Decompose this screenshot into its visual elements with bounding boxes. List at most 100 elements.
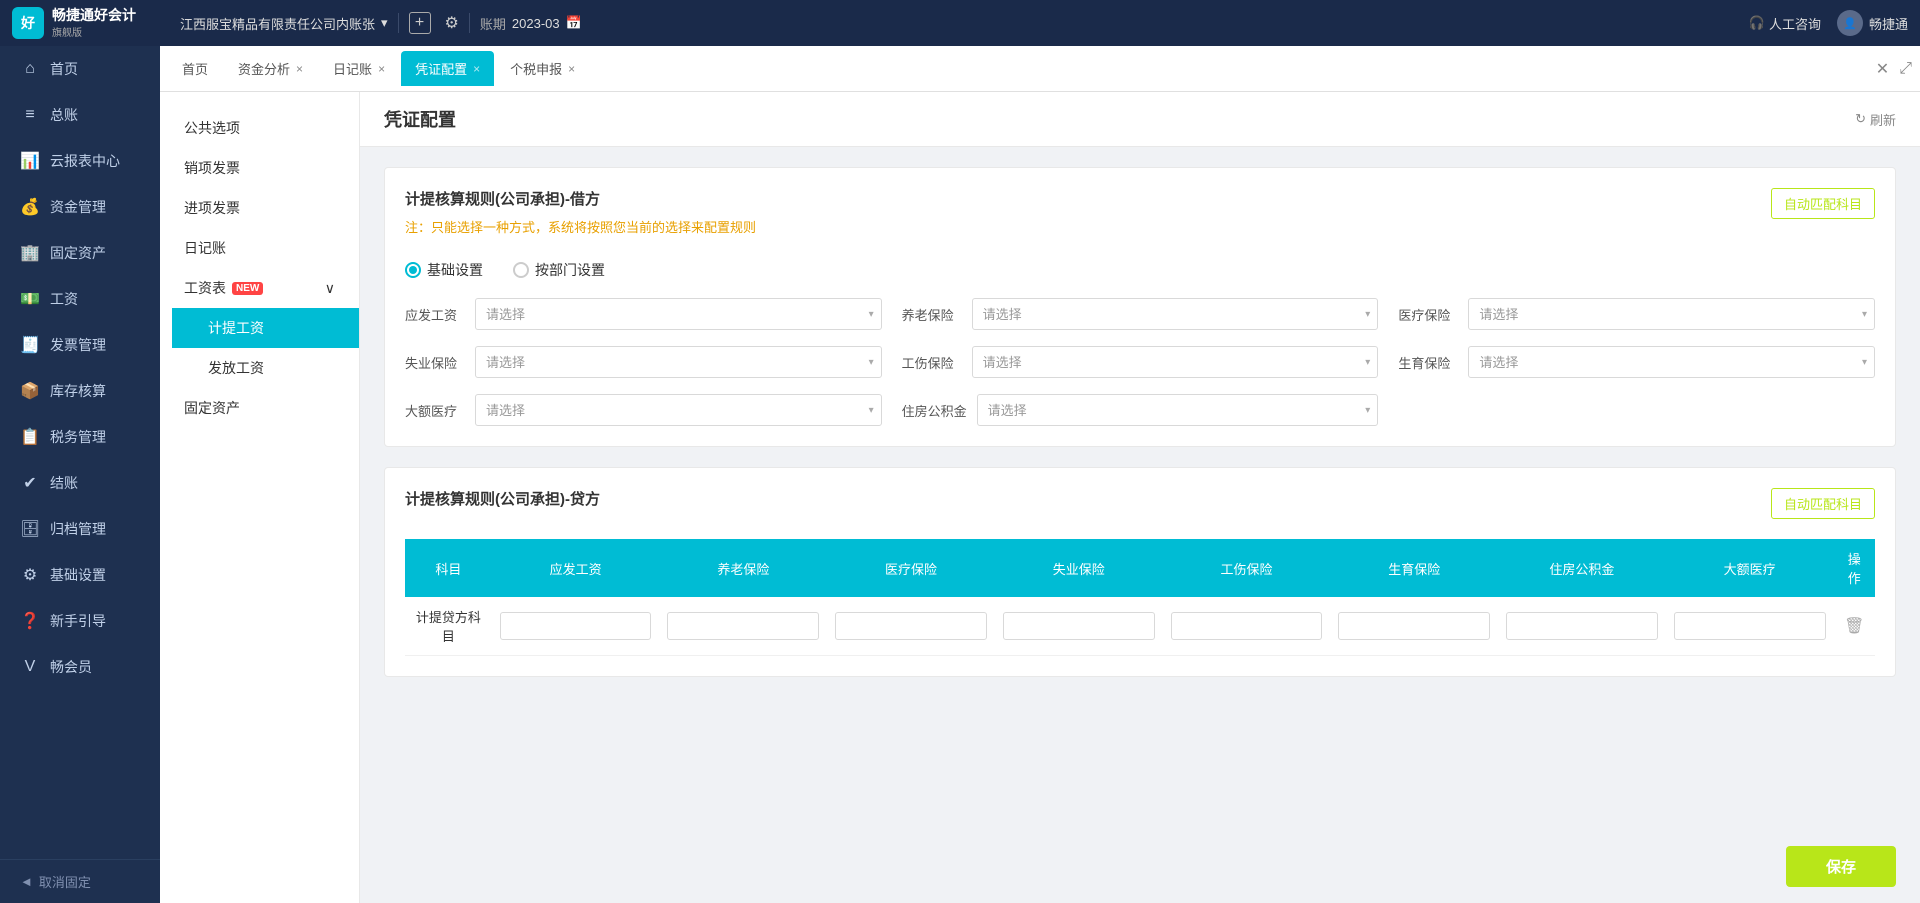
save-button[interactable]: 保存 xyxy=(1786,846,1896,887)
cell-unemployment[interactable] xyxy=(995,597,1163,656)
sidebar-item-archive[interactable]: 🗄 归档管理 xyxy=(0,506,160,552)
tab-tax[interactable]: 个税申报 × xyxy=(496,51,589,86)
report-icon: 📊 xyxy=(20,151,40,171)
th-large-medical: 大额医疗 xyxy=(1666,539,1834,597)
sub-nav-journal-label: 日记账 xyxy=(184,238,226,258)
sub-nav-calc-salary[interactable]: 计提工资 xyxy=(172,308,359,348)
sidebar-item-ledger[interactable]: ≡ 总账 xyxy=(0,92,160,138)
sub-nav-sales[interactable]: 销项发票 xyxy=(160,148,359,188)
divider1 xyxy=(398,13,399,33)
input-unemployment[interactable] xyxy=(1003,612,1155,640)
sub-nav-purchase[interactable]: 进项发票 xyxy=(160,188,359,228)
select-housing-fund[interactable]: 请选择 xyxy=(977,394,1379,426)
tab-tax-close[interactable]: × xyxy=(568,62,575,76)
tab-voucher-close[interactable]: × xyxy=(473,62,480,76)
cell-housing[interactable] xyxy=(1498,597,1666,656)
close-tab-icon[interactable]: ✕ xyxy=(1876,59,1889,79)
tab-capital-close[interactable]: × xyxy=(296,62,303,76)
input-should-pay[interactable] xyxy=(500,612,652,640)
select-wrapper-birth: 请选择 ▾ xyxy=(1468,346,1875,378)
tab-voucher[interactable]: 凭证配置 × xyxy=(401,51,494,86)
select-wrapper-large-medical: 请选择 ▾ xyxy=(475,394,882,426)
cell-birth[interactable] xyxy=(1330,597,1498,656)
sidebar-item-settings[interactable]: ⚙ 基础设置 xyxy=(0,552,160,598)
sidebar-item-member[interactable]: V 畅会员 xyxy=(0,644,160,690)
sub-nav-journal[interactable]: 日记账 xyxy=(160,228,359,268)
logo: 好 畅捷通好会计 旗舰版 xyxy=(12,7,172,39)
user-menu[interactable]: 👤 畅捷通 xyxy=(1837,10,1908,36)
tab-journal-close[interactable]: × xyxy=(378,62,385,76)
input-birth[interactable] xyxy=(1338,612,1490,640)
tab-tax-label: 个税申报 xyxy=(510,59,562,78)
input-injury[interactable] xyxy=(1171,612,1323,640)
input-pension[interactable] xyxy=(667,612,819,640)
settings-icon[interactable]: ⚙ xyxy=(445,13,459,33)
assets-icon: 🏢 xyxy=(20,243,40,263)
field-unemployment: 失业保险 请选择 ▾ xyxy=(405,346,882,378)
debit-card-note: 注：只能选择一种方式，系统将按照您当前的选择来配置规则 xyxy=(405,217,756,236)
logo-icon: 好 xyxy=(12,7,44,39)
sidebar-item-assets[interactable]: 🏢 固定资产 xyxy=(0,230,160,276)
select-medical[interactable]: 请选择 xyxy=(1468,298,1875,330)
tab-voucher-label: 凭证配置 xyxy=(415,59,467,78)
radio-department[interactable]: 按部门设置 xyxy=(513,260,605,280)
sidebar-item-invoice[interactable]: 🧾 发票管理 xyxy=(0,322,160,368)
cell-large-medical[interactable] xyxy=(1666,597,1834,656)
tab-bar: 首页 资金分析 × 日记账 × 凭证配置 × 个税申报 × ✕ ⤢ xyxy=(160,46,1920,92)
sidebar-item-guide[interactable]: ❓ 新手引导 xyxy=(0,598,160,644)
debit-form-grid: 应发工资 请选择 ▾ 养老保险 xyxy=(405,298,1875,426)
sub-nav-public[interactable]: 公共选项 xyxy=(160,108,359,148)
input-large-medical[interactable] xyxy=(1674,612,1826,640)
tab-capital[interactable]: 资金分析 × xyxy=(224,51,317,86)
select-should-pay[interactable]: 请选择 xyxy=(475,298,882,330)
cancel-pin-button[interactable]: ◄ 取消固定 xyxy=(0,859,160,903)
service-button[interactable]: 🎧 人工咨询 xyxy=(1749,14,1821,33)
th-birth: 生育保险 xyxy=(1330,539,1498,597)
company-dropdown-icon[interactable]: ▾ xyxy=(381,15,388,31)
cell-injury[interactable] xyxy=(1163,597,1331,656)
label-injury: 工伤保险 xyxy=(902,353,962,372)
company-selector[interactable]: 江西服宝精品有限责任公司内账张 ▾ xyxy=(180,14,388,33)
period-selector[interactable]: 账期 2023-03 📅 xyxy=(480,14,582,33)
tab-home[interactable]: 首页 xyxy=(168,51,222,86)
refresh-icon: ↻ xyxy=(1855,111,1866,127)
period-value: 2023-03 xyxy=(512,16,560,31)
ledger-icon: ≡ xyxy=(20,106,40,124)
select-injury[interactable]: 请选择 xyxy=(972,346,1379,378)
sidebar-item-inventory[interactable]: 📦 库存核算 xyxy=(0,368,160,414)
sidebar: ⌂ 首页 ≡ 总账 📊 云报表中心 💰 资金管理 🏢 固定资产 💵 工资 🧾 发… xyxy=(0,46,160,903)
input-housing[interactable] xyxy=(1506,612,1658,640)
sub-nav-payroll-group[interactable]: 工资表 NEW ∨ xyxy=(160,268,359,308)
page-title: 凭证配置 xyxy=(384,106,456,132)
select-birth[interactable]: 请选择 xyxy=(1468,346,1875,378)
select-large-medical[interactable]: 请选择 xyxy=(475,394,882,426)
sidebar-item-capital[interactable]: 💰 资金管理 xyxy=(0,184,160,230)
sidebar-item-report[interactable]: 📊 云报表中心 xyxy=(0,138,160,184)
radio-basic[interactable]: 基础设置 xyxy=(405,260,483,280)
sub-nav-fixed-assets[interactable]: 固定资产 xyxy=(160,388,359,428)
cell-pension[interactable] xyxy=(659,597,827,656)
field-should-pay: 应发工资 请选择 ▾ xyxy=(405,298,882,330)
cell-should-pay[interactable] xyxy=(492,597,660,656)
calendar-icon[interactable]: 📅 xyxy=(566,15,582,31)
sidebar-item-tax[interactable]: 📋 税务管理 xyxy=(0,414,160,460)
sidebar-item-salary[interactable]: 💵 工资 xyxy=(0,276,160,322)
select-pension[interactable]: 请选择 xyxy=(972,298,1379,330)
debit-auto-match-button[interactable]: 自动匹配科目 xyxy=(1771,188,1875,219)
cell-medical[interactable] xyxy=(827,597,995,656)
select-unemployment[interactable]: 请选择 xyxy=(475,346,882,378)
add-account-button[interactable]: + xyxy=(409,12,431,34)
sidebar-item-closing[interactable]: ✔ 结账 xyxy=(0,460,160,506)
expand-icon[interactable]: ⤢ xyxy=(1899,60,1912,78)
refresh-button[interactable]: ↻ 刷新 xyxy=(1855,110,1896,129)
logo-sub: 旗舰版 xyxy=(52,24,136,39)
sidebar-item-home[interactable]: ⌂ 首页 xyxy=(0,46,160,92)
page-header: 凭证配置 ↻ 刷新 xyxy=(360,92,1920,147)
sidebar-label-guide: 新手引导 xyxy=(50,611,106,631)
delete-row-button[interactable]: 🗑 xyxy=(1844,618,1864,635)
credit-auto-match-button[interactable]: 自动匹配科目 xyxy=(1771,488,1875,519)
input-medical[interactable] xyxy=(835,612,987,640)
sub-nav-pay-salary[interactable]: 发放工资 xyxy=(172,348,359,388)
sub-nav-sales-label: 销项发票 xyxy=(184,158,240,178)
tab-journal[interactable]: 日记账 × xyxy=(319,51,399,86)
